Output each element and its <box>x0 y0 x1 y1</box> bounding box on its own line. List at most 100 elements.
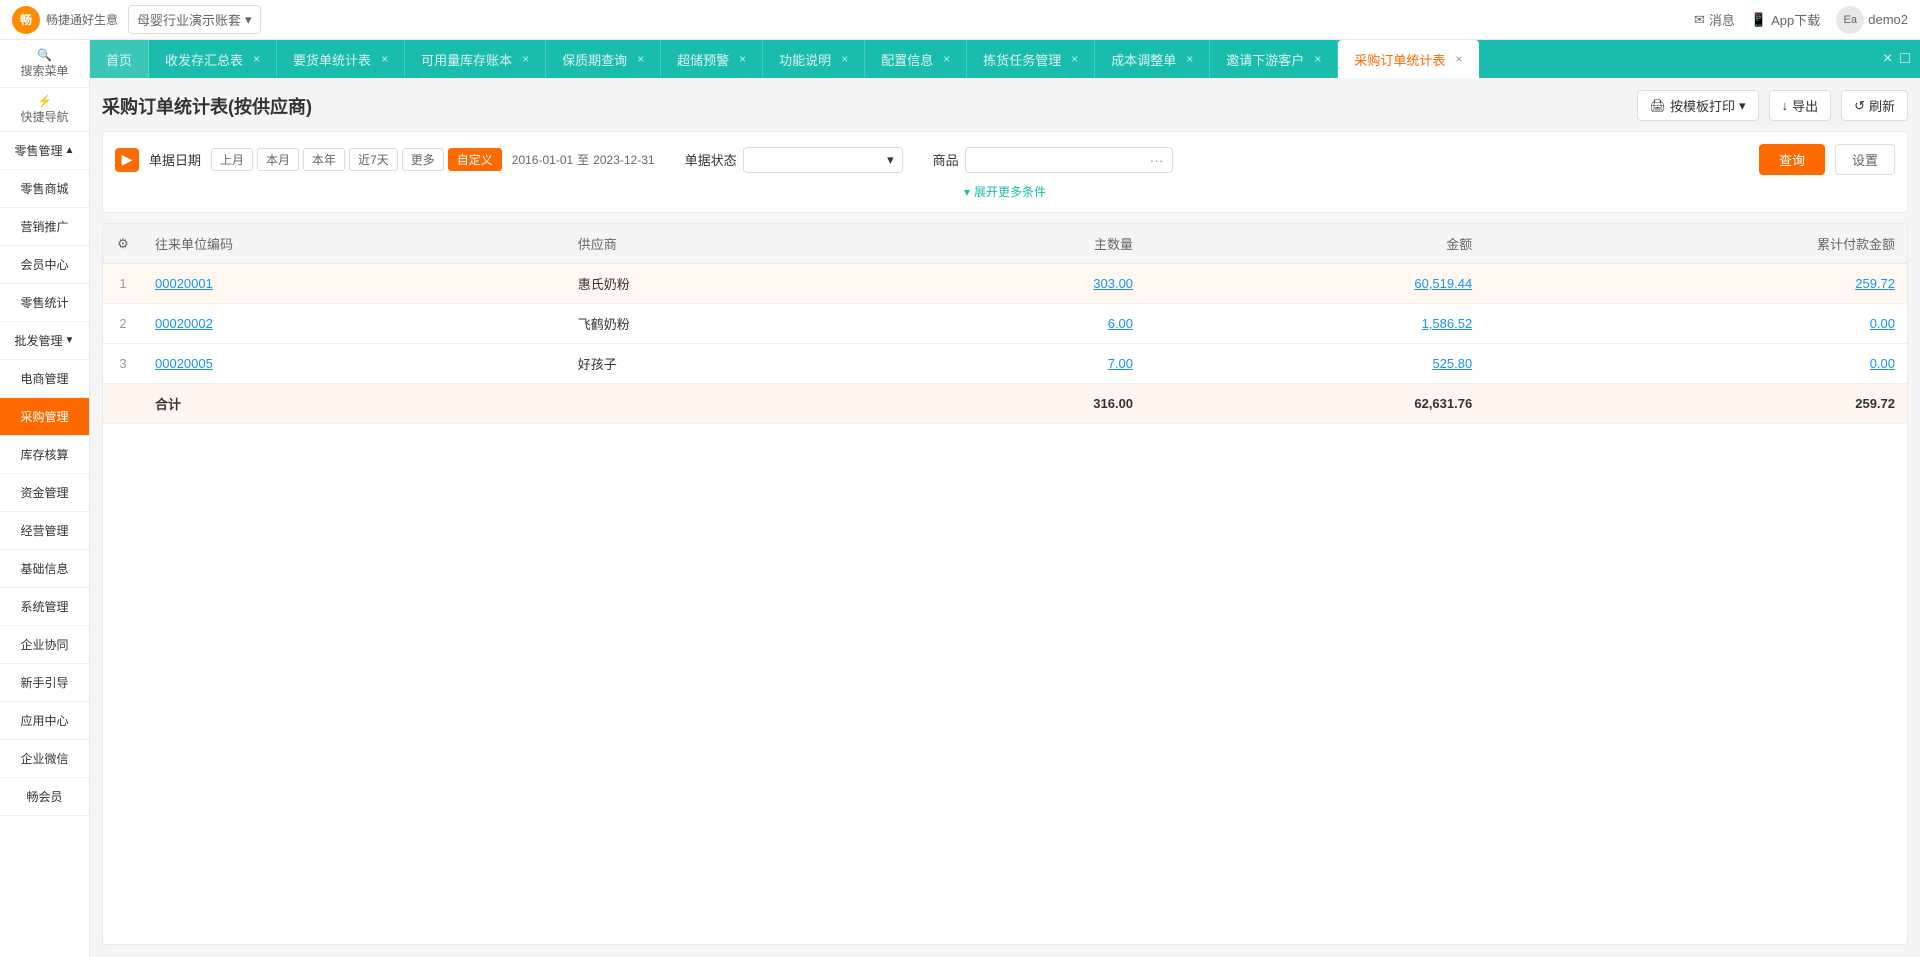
sidebar-item-marketing[interactable]: 营销推广 <box>0 208 89 246</box>
tab-cost-adjust-close[interactable]: × <box>1186 52 1193 66</box>
row-code: 00020002 <box>143 304 566 344</box>
tab-invite-customer[interactable]: 邀请下游客户 × <box>1210 40 1338 78</box>
col-code-header: 往来单位编码 <box>143 224 566 264</box>
retail-mall-label: 零售商城 <box>20 182 68 196</box>
window-close-btn[interactable]: × <box>1883 50 1892 68</box>
tab-function-desc-close[interactable]: × <box>841 52 848 66</box>
goods-input[interactable] <box>974 152 1150 167</box>
app-download-action[interactable]: 📱 App下载 <box>1751 10 1820 29</box>
date-7days-btn[interactable]: 近7天 <box>349 148 398 171</box>
sidebar-item-inventory[interactable]: 库存核算 <box>0 436 89 474</box>
search-icon: 🔍 <box>37 48 52 62</box>
row-quantity: 7.00 <box>881 344 1145 384</box>
logo-icon: 畅 <box>12 6 40 34</box>
col-paid-header: 累计付款金额 <box>1484 224 1907 264</box>
sidebar-item-member[interactable]: 畅会员 <box>0 778 89 816</box>
tab-home[interactable]: 首页 <box>90 40 149 78</box>
tab-available-inventory-close[interactable]: × <box>522 52 529 66</box>
table-row: 1 00020001 惠氏奶粉 303.00 60,519.44 259.72 <box>103 264 1907 304</box>
retail-mgmt-label: 零售管理 <box>15 142 63 159</box>
tab-stock-summary-close[interactable]: × <box>253 52 260 66</box>
inventory-label: 库存核算 <box>20 448 68 462</box>
page-title: 采购订单统计表(按供应商) <box>102 93 312 119</box>
tab-overstock-alert[interactable]: 超储预警 × <box>661 40 763 78</box>
row-amount: 525.80 <box>1145 344 1484 384</box>
tab-available-inventory[interactable]: 可用量库存账本 × <box>405 40 546 78</box>
tab-purchase-order-stats-close[interactable]: × <box>1455 52 1462 66</box>
print-icon: 🖨 <box>1650 98 1667 114</box>
date-more-btn[interactable]: 更多 <box>402 148 444 171</box>
settings-button[interactable]: 设置 <box>1835 144 1895 175</box>
tab-cost-adjust-label: 成本调整单 <box>1111 50 1176 69</box>
date-prev-month-btn[interactable]: 上月 <box>211 148 253 171</box>
tab-function-desc[interactable]: 功能说明 × <box>763 40 865 78</box>
sidebar-item-basic-info[interactable]: 基础信息 <box>0 550 89 588</box>
table-settings-icon[interactable]: ⚙ <box>117 236 129 251</box>
sidebar-item-wholesale-mgmt[interactable]: 批发管理 ▼ <box>0 322 89 360</box>
date-range: 2016-01-01 至 2023-12-31 <box>512 151 655 168</box>
filter-toggle[interactable]: ▶ <box>115 148 139 172</box>
industry-label: 母婴行业演示账套 <box>137 10 241 29</box>
sidebar-search[interactable]: 🔍 搜索菜单 <box>0 40 89 88</box>
sidebar-item-retail-mgmt[interactable]: 零售管理 ▲ <box>0 132 89 170</box>
sidebar-quick-nav[interactable]: ⚡ 快捷导航 <box>0 88 89 132</box>
window-restore-btn[interactable]: □ <box>1900 50 1910 68</box>
tab-overstock-alert-close[interactable]: × <box>739 52 746 66</box>
finance-label: 资金管理 <box>20 486 68 500</box>
top-bar: 畅 畅捷通好生意 母婴行业演示账套 ▾ ✉ 消息 📱 App下载 Ea demo… <box>0 0 1920 40</box>
query-button[interactable]: 查询 <box>1759 144 1825 175</box>
message-action[interactable]: ✉ 消息 <box>1694 10 1735 29</box>
goods-more-icon[interactable]: ··· <box>1150 152 1164 168</box>
row-paid: 0.00 <box>1484 304 1907 344</box>
print-button[interactable]: 🖨 按模板打印 ▾ <box>1637 90 1759 121</box>
sidebar-item-enterprise-wechat[interactable]: 企业微信 <box>0 740 89 778</box>
sidebar-item-purchase-mgmt[interactable]: 采购管理 <box>0 398 89 436</box>
refresh-icon: ↺ <box>1854 98 1865 114</box>
sidebar-item-operations[interactable]: 经营管理 <box>0 512 89 550</box>
sidebar-item-ecommerce[interactable]: 电商管理 <box>0 360 89 398</box>
tab-invite-customer-close[interactable]: × <box>1314 52 1321 66</box>
message-label: 消息 <box>1709 10 1735 29</box>
industry-selector[interactable]: 母婴行业演示账套 ▾ <box>128 5 261 34</box>
tab-requisition-stats[interactable]: 要货单统计表 × <box>277 40 405 78</box>
sidebar-item-retail-mall[interactable]: 零售商城 <box>0 170 89 208</box>
print-arrow-icon: ▾ <box>1739 98 1746 114</box>
sidebar-item-retail-stats[interactable]: 零售统计 <box>0 284 89 322</box>
sidebar-item-app-center[interactable]: 应用中心 <box>0 702 89 740</box>
user-profile[interactable]: Ea demo2 <box>1836 6 1908 34</box>
member-center-label: 会员中心 <box>20 258 68 272</box>
tab-config-info[interactable]: 配置信息 × <box>865 40 967 78</box>
tab-pick-task[interactable]: 拣货任务管理 × <box>967 40 1095 78</box>
date-this-year-btn[interactable]: 本年 <box>303 148 345 171</box>
sidebar-item-enterprise-collab[interactable]: 企业协同 <box>0 626 89 664</box>
logo-text: 畅捷通好生意 <box>46 11 118 28</box>
date-quick-buttons: 上月 本月 本年 近7天 更多 自定义 <box>211 148 502 171</box>
tab-shelf-life-close[interactable]: × <box>637 52 644 66</box>
search-label: 搜索菜单 <box>20 64 68 78</box>
tab-bar: 首页 收发存汇总表 × 要货单统计表 × 可用量库存账本 × 保质期查询 × 超… <box>90 40 1920 78</box>
footer-label: 合计 <box>143 384 881 424</box>
date-custom-btn[interactable]: 自定义 <box>448 148 502 171</box>
sidebar-item-system-mgmt[interactable]: 系统管理 <box>0 588 89 626</box>
sidebar-item-member-center[interactable]: 会员中心 <box>0 246 89 284</box>
tab-config-info-close[interactable]: × <box>943 52 950 66</box>
sidebar-item-guide[interactable]: 新手引导 <box>0 664 89 702</box>
refresh-button[interactable]: ↺ 刷新 <box>1841 90 1908 121</box>
chevron-down-icon: ▾ <box>245 12 252 28</box>
status-select[interactable]: ▾ <box>743 147 903 173</box>
export-button[interactable]: ↓ 导出 <box>1769 90 1832 121</box>
tab-stock-summary[interactable]: 收发存汇总表 × <box>149 40 277 78</box>
tab-cost-adjust[interactable]: 成本调整单 × <box>1095 40 1210 78</box>
sidebar-item-finance[interactable]: 资金管理 <box>0 474 89 512</box>
date-this-month-btn[interactable]: 本月 <box>257 148 299 171</box>
tab-shelf-life[interactable]: 保质期查询 × <box>546 40 661 78</box>
table-row: 2 00020002 飞鹤奶粉 6.00 1,586.52 0.00 <box>103 304 1907 344</box>
tab-requisition-stats-close[interactable]: × <box>381 52 388 66</box>
row-no: 3 <box>103 344 143 384</box>
tab-purchase-order-stats[interactable]: 采购订单统计表 × <box>1338 40 1479 78</box>
expand-more-btn[interactable]: ▾ 展开更多条件 <box>115 183 1895 200</box>
tab-pick-task-close[interactable]: × <box>1071 52 1078 66</box>
goods-input-wrapper: ··· <box>965 147 1173 173</box>
ecommerce-label: 电商管理 <box>20 372 68 386</box>
tab-config-info-label: 配置信息 <box>881 50 933 69</box>
